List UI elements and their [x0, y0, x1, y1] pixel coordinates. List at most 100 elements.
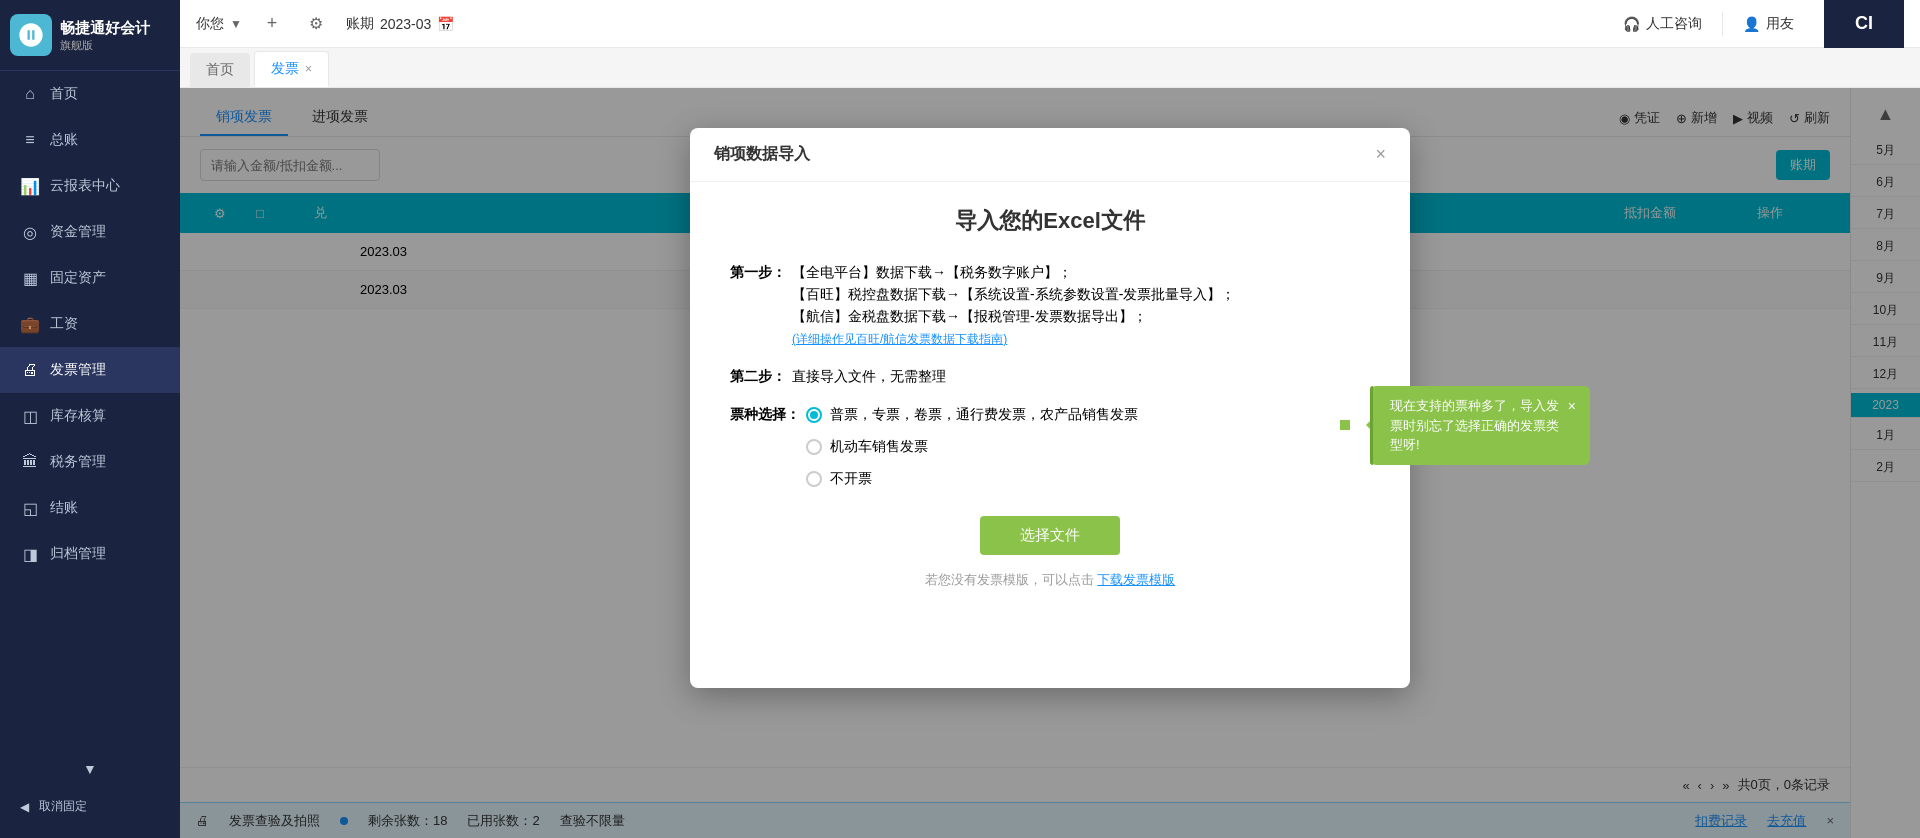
company-name: 你您 [196, 15, 224, 33]
sidebar-item-label: 库存核算 [50, 407, 106, 425]
user-icon: 👤 [1743, 16, 1760, 32]
sidebar-item-label: 结账 [50, 499, 78, 517]
headset-icon: 🎧 [1623, 16, 1640, 32]
company-selector[interactable]: 你您 ▼ [196, 15, 242, 33]
step1-line3: 【航信】金税盘数据下载→【报税管理-发票数据导出】； [792, 308, 1235, 326]
archive-icon: ◨ [20, 544, 40, 564]
sidebar-item-label: 税务管理 [50, 453, 106, 471]
radio-option-car[interactable]: 机动车销售发票 [806, 438, 1138, 456]
checkout-icon: ◱ [20, 498, 40, 518]
chevron-down-icon: ▼ [230, 17, 242, 31]
top-header: 你您 ▼ + ⚙ 账期 2023-03 📅 🎧 人工咨询 👤 用友 [180, 0, 1920, 48]
cancel-fixed-icon: ◀ [20, 800, 29, 814]
sidebar-item-assets[interactable]: ▦ 固定资产 [0, 255, 180, 301]
radio-label-none: 不开票 [830, 470, 872, 488]
sidebar-scroll-down[interactable]: ▼ [0, 753, 180, 785]
modal-header: 销项数据导入 × [690, 128, 1410, 182]
radio-label-normal: 普票，专票，卷票，通行费发票，农产品销售发票 [830, 406, 1138, 424]
sidebar-item-ledger[interactable]: ≡ 总账 [0, 117, 180, 163]
support-label: 人工咨询 [1646, 15, 1702, 33]
radio-circle-car [806, 439, 822, 455]
sidebar-item-label: 云报表中心 [50, 177, 120, 195]
period-label: 账期 [346, 15, 374, 33]
reports-icon: 📊 [20, 176, 40, 196]
modal-footer: 若您没有发票模版，可以点击 下载发票模版 [730, 571, 1370, 589]
ci-badge: CI [1824, 0, 1904, 48]
sidebar-item-archive[interactable]: ◨ 归档管理 [0, 531, 180, 577]
brand-name: 畅捷通好会计 [60, 18, 150, 38]
sidebar-item-inventory[interactable]: ◫ 库存核算 [0, 393, 180, 439]
header-right: 🎧 人工咨询 👤 用友 CI [1623, 0, 1904, 48]
cancel-fixed-label: 取消固定 [39, 798, 87, 815]
step1-row: 第一步： 【全电平台】数据下载→【税务数字账户】； 【百旺】税控盘数据下载→【系… [730, 264, 1370, 348]
sidebar-item-tax[interactable]: 🏛 税务管理 [0, 439, 180, 485]
tab-bar: 首页 发票 × [180, 48, 1920, 88]
add-button[interactable]: + [258, 10, 286, 38]
sidebar-item-reports[interactable]: 📊 云报表中心 [0, 163, 180, 209]
invoice-icon: 🖨 [20, 360, 40, 380]
sidebar-item-invoice[interactable]: 🖨 发票管理 [0, 347, 180, 393]
edition-label: 旗舰版 [60, 38, 150, 52]
sidebar-item-label: 固定资产 [50, 269, 106, 287]
radio-circle-none [806, 471, 822, 487]
app-logo-icon [10, 14, 52, 56]
sidebar-item-label: 资金管理 [50, 223, 106, 241]
tab-home[interactable]: 首页 [190, 53, 250, 87]
step2-block: 第二步： 直接导入文件，无需整理 [730, 368, 1370, 386]
radio-option-normal[interactable]: 普票，专票，卷票，通行费发票，农产品销售发票 [806, 406, 1138, 424]
inventory-icon: ◫ [20, 406, 40, 426]
user-button[interactable]: 👤 用友 [1743, 15, 1794, 33]
modal-title: 销项数据导入 [714, 144, 810, 165]
step1-block: 第一步： 【全电平台】数据下载→【税务数字账户】； 【百旺】税控盘数据下载→【系… [730, 264, 1370, 348]
sidebar: 畅捷通好会计 旗舰版 ⌂ 首页 ≡ 总账 📊 云报表中心 ◎ 资金管理 ▦ [0, 0, 180, 838]
step1-link[interactable]: (详细操作见百旺/航信发票数据下载指南) [792, 330, 1235, 348]
step2-content: 直接导入文件，无需整理 [792, 368, 946, 386]
radio-group: 普票，专票，卷票，通行费发票，农产品销售发票 机动车销售发票 [806, 406, 1138, 488]
step1-content: 【全电平台】数据下载→【税务数字账户】； 【百旺】税控盘数据下载→【系统设置-系… [792, 264, 1235, 348]
tooltip-close-btn[interactable]: × [1568, 396, 1576, 417]
sidebar-item-funds[interactable]: ◎ 资金管理 [0, 209, 180, 255]
settings-button[interactable]: ⚙ [302, 10, 330, 38]
funds-icon: ◎ [20, 222, 40, 242]
sidebar-bottom: ▼ ◀ 取消固定 [0, 743, 180, 838]
step1-line2: 【百旺】税控盘数据下载→【系统设置-系统参数设置-发票批量导入】； [792, 286, 1235, 304]
step2-label: 第二步： [730, 368, 786, 386]
tab-invoice[interactable]: 发票 × [254, 51, 329, 87]
ticket-selection-block: 票种选择： 普票，专票，卷票，通行费发票，农产品销售发票 [730, 406, 1370, 488]
ci-text: CI [1855, 13, 1873, 34]
ticket-label: 票种选择： [730, 406, 800, 424]
sidebar-item-home[interactable]: ⌂ 首页 [0, 71, 180, 117]
sidebar-item-checkout[interactable]: ◱ 结账 [0, 485, 180, 531]
tab-invoice-label: 发票 [271, 60, 299, 78]
sidebar-item-salary[interactable]: 💼 工资 [0, 301, 180, 347]
user-label: 用友 [1766, 15, 1794, 33]
radio-label-car: 机动车销售发票 [830, 438, 928, 456]
modal-close-button[interactable]: × [1375, 144, 1386, 165]
step1-line1: 【全电平台】数据下载→【税务数字账户】； [792, 264, 1235, 282]
sidebar-cancel-fixed[interactable]: ◀ 取消固定 [0, 785, 180, 828]
modal-overlay: 销项数据导入 × 导入您的Excel文件 第一步： 【全电平台】数据下载→【税务… [180, 88, 1920, 838]
calendar-icon[interactable]: 📅 [437, 16, 454, 32]
content-area: 销项发票 进项发票 ◉ 凭证 ⊕ 新增 [180, 88, 1920, 838]
sidebar-item-label: 发票管理 [50, 361, 106, 379]
tooltip-bar [1370, 386, 1373, 465]
ledger-icon: ≡ [20, 130, 40, 150]
download-template-link[interactable]: 下载发票模版 [1097, 572, 1175, 587]
sidebar-item-label: 归档管理 [50, 545, 106, 563]
tab-home-label: 首页 [206, 61, 234, 79]
radio-circle-normal [806, 407, 822, 423]
logo-svg [17, 21, 45, 49]
sidebar-item-label: 工资 [50, 315, 78, 333]
support-button[interactable]: 🎧 人工咨询 [1623, 15, 1702, 33]
modal-footer-text: 若您没有发票模版，可以点击 [925, 572, 1094, 587]
tax-icon: 🏛 [20, 452, 40, 472]
sidebar-nav: ⌂ 首页 ≡ 总账 📊 云报表中心 ◎ 资金管理 ▦ 固定资产 💼 工资 [0, 71, 180, 743]
select-file-button[interactable]: 选择文件 [980, 516, 1120, 555]
sidebar-logo-text: 畅捷通好会计 旗舰版 [60, 18, 150, 52]
modal-body: 导入您的Excel文件 第一步： 【全电平台】数据下载→【税务数字账户】； 【百… [690, 182, 1410, 613]
tooltip-bubble: × 现在支持的票种多了，导入发票时别忘了选择正确的发票类型呀! [1370, 386, 1590, 465]
radio-option-none[interactable]: 不开票 [806, 470, 1138, 488]
assets-icon: ▦ [20, 268, 40, 288]
step1-link-text[interactable]: (详细操作见百旺/航信发票数据下载指南) [792, 332, 1007, 346]
tab-close-icon[interactable]: × [305, 62, 312, 76]
